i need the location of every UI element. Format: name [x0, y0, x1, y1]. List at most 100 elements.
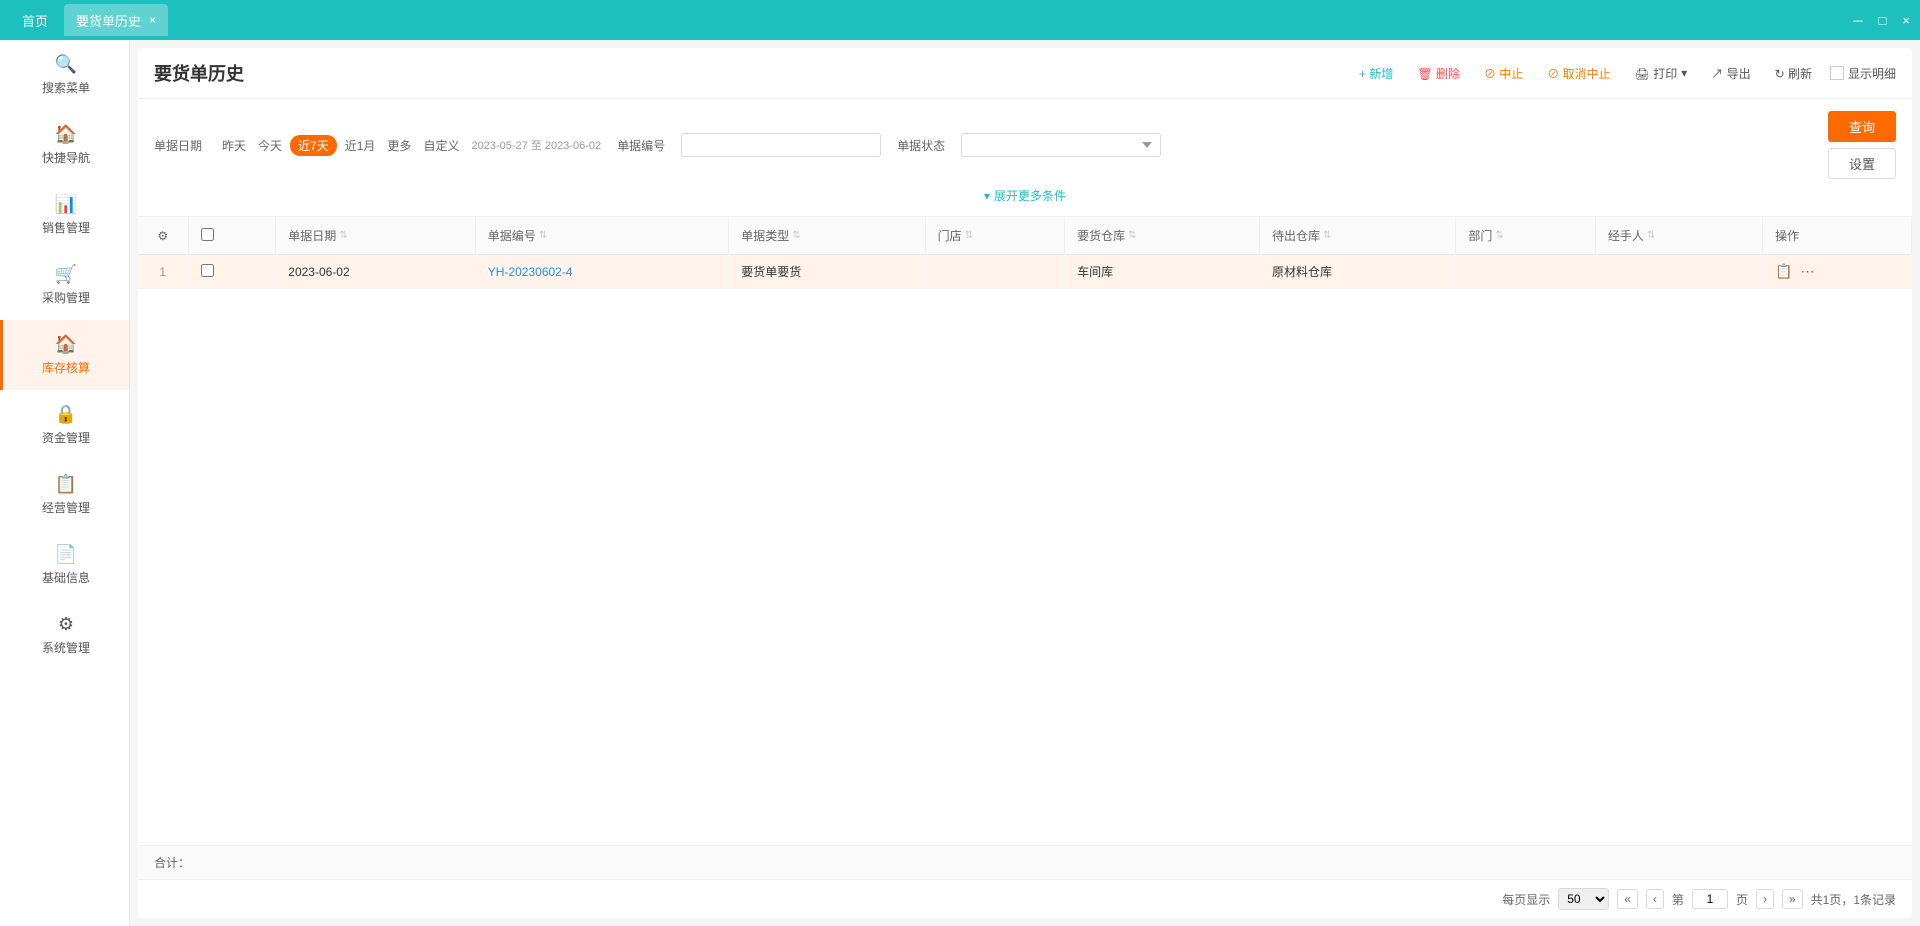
add-button[interactable]: + 新增 — [1353, 61, 1399, 86]
date-shortcut-1month[interactable]: 近1月 — [341, 135, 380, 156]
show-detail-btn[interactable]: 显示明细 — [1830, 65, 1896, 82]
pending-warehouse-col-header[interactable]: 待出仓库 ⇅ — [1260, 217, 1456, 255]
store-sort-icon: ⇅ — [965, 230, 973, 241]
settings-col-header[interactable]: ⚙ — [138, 217, 188, 255]
query-button[interactable]: 查询 — [1828, 111, 1896, 142]
tab-close-icon[interactable]: × — [149, 13, 156, 27]
row-doc-type: 要货单要货 — [729, 255, 925, 289]
main-layout: 🔍 搜索菜单 🏠 快捷导航 📊 销售管理 🛒 采购管理 🏠 库存核算 🔒 资金管… — [0, 40, 1920, 926]
doc-type-col-header[interactable]: 单据类型 ⇅ — [729, 217, 925, 255]
row-select-checkbox[interactable] — [201, 264, 214, 277]
last-page-btn[interactable]: » — [1782, 889, 1803, 909]
tab-requisition-history[interactable]: 要货单历史 × — [64, 4, 168, 36]
search-menu-icon: 🔍 — [55, 54, 77, 75]
expand-label: 展开更多条件 — [994, 187, 1066, 204]
row-doc-no: YH-20230602-4 — [475, 255, 728, 289]
sidebar-item-finance-mgmt[interactable]: 🔒 资金管理 — [0, 390, 129, 460]
content-area: 要货单历史 + 新增 🗑 删除 ⊘ 中止 ⊘ 取消中止 🖨 — [130, 40, 1920, 926]
window-minimize-btn[interactable]: ─ — [1853, 13, 1862, 28]
window-close-btn[interactable]: × — [1902, 13, 1910, 28]
filter-bar: 单据日期 昨天 今天 近7天 近1月 更多 自定义 2023-05-27 至 2… — [138, 99, 1912, 217]
pagination-bar: 每页显示 20 50 100 « ‹ 第 页 › » 共1页，1条记录 — [138, 879, 1912, 918]
table-row: 1 2023-06-02 YH-20230602-4 要货单要货 车间库 — [138, 255, 1912, 289]
select-all-checkbox[interactable] — [201, 228, 214, 241]
sidebar-item-quick-nav[interactable]: 🏠 快捷导航 — [0, 110, 129, 180]
sidebar-item-sales-mgmt[interactable]: 📊 销售管理 — [0, 180, 129, 250]
show-detail-checkbox[interactable] — [1830, 66, 1844, 80]
req-warehouse-col-header[interactable]: 要货仓库 ⇅ — [1065, 217, 1260, 255]
print-dropdown-icon[interactable]: ▾ — [1681, 66, 1687, 80]
sidebar-item-search-menu-label: 搜索菜单 — [42, 79, 90, 96]
row-handler — [1595, 255, 1762, 289]
status-filter-label: 单据状态 — [897, 137, 945, 154]
date-shortcut-today[interactable]: 今天 — [254, 135, 286, 156]
sidebar-item-system-mgmt[interactable]: ⚙ 系统管理 — [0, 600, 129, 670]
top-bar-right: ─ □ × — [1853, 13, 1910, 28]
inventory-icon: 🏠 — [55, 334, 77, 355]
filter-row-1: 单据日期 昨天 今天 近7天 近1月 更多 自定义 2023-05-27 至 2… — [154, 111, 1896, 179]
date-range-display: 2023-05-27 至 2023-06-02 — [471, 137, 601, 153]
view-detail-icon[interactable]: 📋 — [1775, 263, 1792, 280]
handler-col-header[interactable]: 经手人 ⇅ — [1595, 217, 1762, 255]
settings-button[interactable]: 设置 — [1828, 148, 1896, 179]
tab-home[interactable]: 首页 — [10, 4, 60, 36]
next-page-btn[interactable]: › — [1756, 889, 1774, 909]
date-shortcut-7days[interactable]: 近7天 — [290, 135, 337, 156]
doc-type-sort-icon: ⇅ — [792, 230, 800, 241]
page-suffix: 页 — [1736, 891, 1748, 908]
row-num: 1 — [138, 255, 188, 289]
date-shortcut-more[interactable]: 更多 — [383, 135, 415, 156]
print-button[interactable]: 🖨 打印 ▾ — [1629, 61, 1694, 86]
sidebar-item-basic-info[interactable]: 📄 基础信息 — [0, 530, 129, 600]
operations-mgmt-icon: 📋 — [55, 474, 77, 495]
doc-no-col-header[interactable]: 单据编号 ⇅ — [475, 217, 728, 255]
page-content: 要货单历史 + 新增 🗑 删除 ⊘ 中止 ⊘ 取消中止 🖨 — [138, 48, 1912, 918]
doc-date-col-header[interactable]: 单据日期 ⇅ — [276, 217, 476, 255]
tab-requisition-label: 要货单历史 — [76, 11, 141, 30]
date-shortcut-custom[interactable]: 自定义 — [419, 135, 463, 156]
date-shortcuts: 昨天 今天 近7天 近1月 更多 自定义 2023-05-27 至 2023-0… — [218, 135, 601, 156]
delete-button[interactable]: 🗑 删除 — [1411, 61, 1466, 86]
page-title: 要货单历史 — [154, 60, 244, 86]
sidebar-item-search-menu[interactable]: 🔍 搜索菜单 — [0, 40, 129, 110]
footer-label: 合计： — [154, 856, 190, 870]
doc-no-input[interactable] — [681, 133, 881, 157]
cancel-stop-button[interactable]: ⊘ 取消中止 — [1541, 61, 1616, 86]
data-table: ⚙ 单据日期 ⇅ — [138, 217, 1912, 289]
sidebar-item-operations-mgmt-label: 经营管理 — [42, 499, 90, 516]
finance-mgmt-icon: 🔒 — [55, 404, 77, 425]
toolbar: + 新增 🗑 删除 ⊘ 中止 ⊘ 取消中止 🖨 打印 ▾ — [1353, 61, 1896, 86]
window-maximize-btn[interactable]: □ — [1879, 13, 1887, 28]
more-options-icon[interactable]: ⋯ — [1801, 263, 1815, 280]
expand-more-btn[interactable]: ▾ 展开更多条件 — [154, 187, 1896, 204]
sidebar-item-operations-mgmt[interactable]: 📋 经营管理 — [0, 460, 129, 530]
doc-no-sort-icon: ⇅ — [539, 230, 547, 241]
pending-warehouse-sort-icon: ⇅ — [1323, 230, 1331, 241]
first-page-btn[interactable]: « — [1617, 889, 1638, 909]
refresh-button[interactable]: ↻ 刷新 — [1769, 61, 1818, 86]
sidebar-item-purchase-mgmt[interactable]: 🛒 采购管理 — [0, 250, 129, 320]
export-button[interactable]: ↗ 导出 — [1705, 61, 1756, 86]
basic-info-icon: 📄 — [55, 544, 77, 565]
store-col-header[interactable]: 门店 ⇅ — [925, 217, 1065, 255]
expand-icon: ▾ — [984, 189, 990, 203]
sidebar-item-inventory-label: 库存核算 — [42, 359, 90, 376]
row-checkbox[interactable] — [188, 255, 276, 289]
dept-sort-icon: ⇅ — [1495, 230, 1503, 241]
sidebar: 🔍 搜索菜单 🏠 快捷导航 📊 销售管理 🛒 采购管理 🏠 库存核算 🔒 资金管… — [0, 40, 130, 926]
current-page-input[interactable] — [1692, 889, 1728, 909]
per-page-select[interactable]: 20 50 100 — [1558, 888, 1609, 910]
sidebar-item-inventory[interactable]: 🏠 库存核算 — [0, 320, 129, 390]
prev-page-btn[interactable]: ‹ — [1646, 889, 1664, 909]
sidebar-item-basic-info-label: 基础信息 — [42, 569, 90, 586]
sidebar-item-sales-mgmt-label: 销售管理 — [42, 219, 90, 236]
print-label: 🖨 打印 — [1635, 65, 1678, 82]
row-department — [1456, 255, 1596, 289]
sidebar-item-purchase-mgmt-label: 采购管理 — [42, 289, 90, 306]
department-col-header[interactable]: 部门 ⇅ — [1456, 217, 1596, 255]
status-select[interactable] — [961, 133, 1161, 157]
doc-no-link[interactable]: YH-20230602-4 — [488, 265, 573, 279]
operation-col-header: 操作 — [1763, 217, 1912, 255]
stop-button[interactable]: ⊘ 中止 — [1478, 61, 1529, 86]
date-shortcut-yesterday[interactable]: 昨天 — [218, 135, 250, 156]
